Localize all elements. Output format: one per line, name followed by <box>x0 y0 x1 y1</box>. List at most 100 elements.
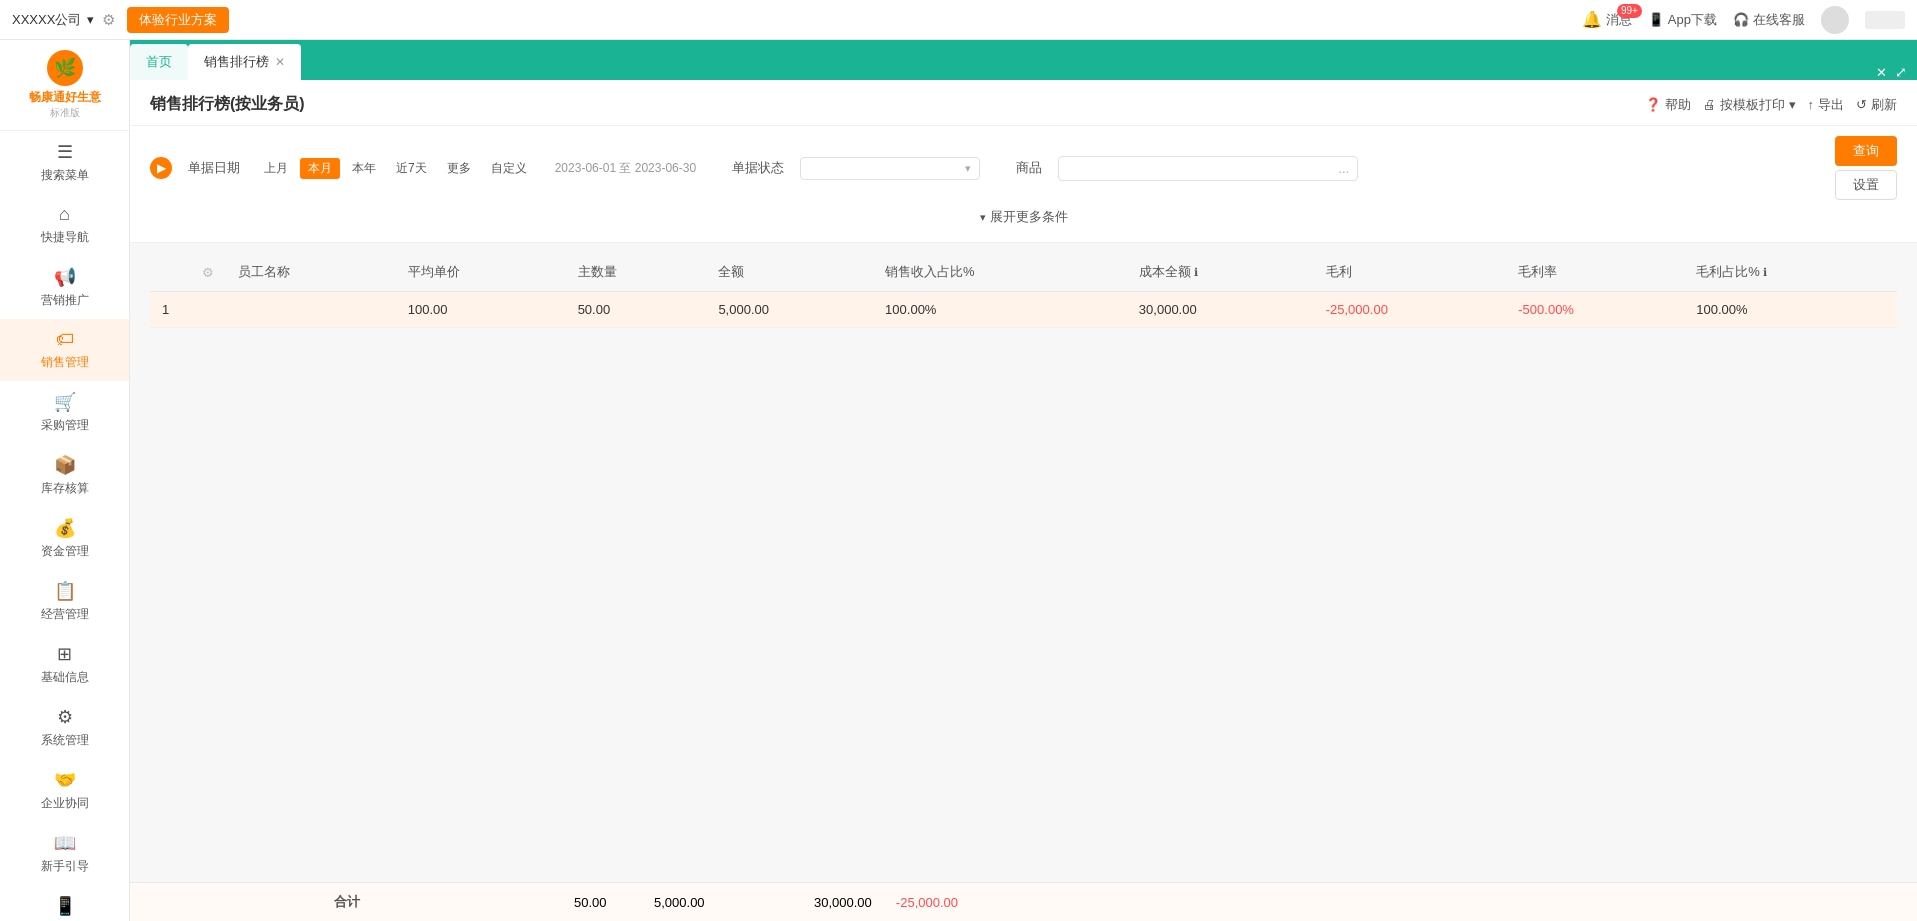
cart-icon: 🛒 <box>54 391 76 413</box>
refresh-button[interactable]: ↺ 刷新 <box>1856 96 1897 114</box>
sidebar-item-guide[interactable]: 📖 新手引导 <box>0 822 129 885</box>
goods-ellipsis-icon: ... <box>1338 161 1349 176</box>
top-header: XXXXX公司 ▾ ⚙ 体验行业方案 🔔 消息 99+ 📱 App下载 🎧 在线… <box>0 0 1917 40</box>
cell-qty: 50.00 <box>566 292 707 328</box>
company-selector[interactable]: XXXXX公司 ▾ <box>12 11 94 29</box>
page-title: 销售排行榜(按业务员) <box>150 94 305 115</box>
table-row: 1 100.00 50.00 5,000.00 100.00% 30,000.0… <box>150 292 1897 328</box>
column-settings-icon[interactable]: ⚙ <box>202 265 214 280</box>
main-layout: 🌿 畅康通好生意 标准版 ☰ 搜索菜单 ⌂ 快捷导航 📢 营销推广 🏷 销售管理… <box>0 40 1917 921</box>
sidebar-item-purchase[interactable]: 🛒 采购管理 <box>0 381 129 444</box>
sales-ranking-table: ⚙ 员工名称 平均单价 主数量 全额 销售收入占比% 成本全额 ℹ 毛利 毛利率… <box>150 253 1897 328</box>
sidebar-label: 新手引导 <box>41 858 89 875</box>
username-display <box>1865 11 1905 29</box>
expand-conditions-btn[interactable]: ▾ 展开更多条件 <box>150 202 1897 232</box>
cell-name <box>226 292 396 328</box>
phone-icon: 📱 <box>1648 12 1664 27</box>
sidebar-item-operation[interactable]: 📋 经营管理 <box>0 570 129 633</box>
bell-icon: 🔔 <box>1582 10 1602 29</box>
th-profit: 毛利 <box>1314 253 1507 292</box>
content-area: 首页 销售排行榜 ✕ ✕ ⤢ 销售排行榜(按业务员) ❓ 帮助 <box>130 40 1917 921</box>
print-chevron-icon: ▾ <box>1789 97 1796 112</box>
logo-icon: 🌿 <box>54 57 76 79</box>
tab-close-all-icon[interactable]: ✕ <box>1876 65 1887 80</box>
table-wrap: ⚙ 员工名称 平均单价 主数量 全额 销售收入占比% 成本全额 ℹ 毛利 毛利率… <box>130 243 1917 882</box>
th-sales-pct: 销售收入占比% <box>873 253 1127 292</box>
th-profit-pct: 毛利占比% ℹ <box>1684 253 1897 292</box>
th-amount: 全额 <box>706 253 873 292</box>
sidebar-item-app-center[interactable]: 📱 应用中心 <box>0 885 129 921</box>
logo-text-sub: 标准版 <box>50 106 80 120</box>
tab-home[interactable]: 首页 <box>130 44 188 80</box>
th-qty: 主数量 <box>566 253 707 292</box>
sidebar-item-sales[interactable]: 🏷 销售管理 <box>0 319 129 381</box>
help-icon: ❓ <box>1645 97 1661 112</box>
home-tab-label: 首页 <box>146 53 172 71</box>
sidebar-label: 经营管理 <box>41 606 89 623</box>
footer-label: 合计 <box>322 893 482 911</box>
th-cost: 成本全额 ℹ <box>1127 253 1314 292</box>
filter-bar: ▶ 单据日期 上月 本月 本年 近7天 更多 自定义 2023-06-01 至 … <box>130 126 1917 243</box>
sidebar-item-basic[interactable]: ⊞ 基础信息 <box>0 633 129 696</box>
sidebar-item-collab[interactable]: 🤝 企业协同 <box>0 759 129 822</box>
cell-profit-pct: 100.00% <box>1684 292 1897 328</box>
sidebar-label: 基础信息 <box>41 669 89 686</box>
sidebar: 🌿 畅康通好生意 标准版 ☰ 搜索菜单 ⌂ 快捷导航 📢 营销推广 🏷 销售管理… <box>0 40 130 921</box>
goods-input[interactable]: ... <box>1058 156 1358 181</box>
sidebar-label: 库存核算 <box>41 480 89 497</box>
sidebar-item-system[interactable]: ⚙ 系统管理 <box>0 696 129 759</box>
company-name: XXXXX公司 <box>12 11 81 29</box>
footer-cost: 30,000.00 <box>802 895 884 910</box>
goods-label: 商品 <box>1016 159 1042 177</box>
page-actions: ❓ 帮助 🖨 按模板打印 ▾ ↑ 导出 ↺ 刷新 <box>1645 96 1898 114</box>
cell-avg-price: 100.00 <box>396 292 566 328</box>
th-settings[interactable]: ⚙ <box>190 253 226 292</box>
date-tab-year[interactable]: 本年 <box>344 158 384 179</box>
chevron-down-icon: ▾ <box>87 12 94 27</box>
status-select[interactable]: ▾ <box>800 157 980 180</box>
sidebar-item-quick-nav[interactable]: ⌂ 快捷导航 <box>0 194 129 256</box>
trial-button[interactable]: 体验行业方案 <box>127 7 229 33</box>
date-tab-custom[interactable]: 自定义 <box>483 158 535 179</box>
cost-info-icon[interactable]: ℹ <box>1194 266 1198 278</box>
settings-button[interactable]: 设置 <box>1835 170 1897 200</box>
book-icon: 📖 <box>54 832 76 854</box>
query-button[interactable]: 查询 <box>1835 136 1897 166</box>
help-button[interactable]: ❓ 帮助 <box>1645 96 1691 114</box>
date-tab-current-month[interactable]: 本月 <box>300 158 340 179</box>
app-icon: 📱 <box>54 895 76 917</box>
online-service-btn[interactable]: 🎧 在线客服 <box>1733 11 1805 29</box>
filter-toggle-btn[interactable]: ▶ <box>150 157 172 179</box>
sidebar-label: 企业协同 <box>41 795 89 812</box>
sidebar-item-inventory[interactable]: 📦 库存核算 <box>0 444 129 507</box>
filter-actions: 查询 设置 <box>1835 136 1897 200</box>
cell-amount: 5,000.00 <box>706 292 873 328</box>
sidebar-item-marketing[interactable]: 📢 营销推广 <box>0 256 129 319</box>
notification-btn[interactable]: 🔔 消息 99+ <box>1582 10 1632 29</box>
avatar[interactable] <box>1821 6 1849 34</box>
print-icon: 🖨 <box>1703 97 1716 112</box>
export-button[interactable]: ↑ 导出 <box>1808 96 1845 114</box>
print-button[interactable]: 🖨 按模板打印 ▾ <box>1703 96 1796 114</box>
sidebar-label: 营销推广 <box>41 292 89 309</box>
sidebar-label: 资金管理 <box>41 543 89 560</box>
profit-pct-info-icon[interactable]: ℹ <box>1763 266 1767 278</box>
date-label: 单据日期 <box>188 159 240 177</box>
tab-sales-ranking[interactable]: 销售排行榜 ✕ <box>188 44 301 80</box>
date-tab-7days[interactable]: 近7天 <box>388 158 435 179</box>
sidebar-item-finance[interactable]: 💰 资金管理 <box>0 507 129 570</box>
gear-icon[interactable]: ⚙ <box>102 11 115 29</box>
tab-expand-icon[interactable]: ⤢ <box>1895 64 1907 80</box>
sidebar-label: 搜索菜单 <box>41 167 89 184</box>
tab-close-icon[interactable]: ✕ <box>275 55 285 69</box>
date-range-display: 2023-06-01 至 2023-06-30 <box>555 160 696 177</box>
box-icon: 📦 <box>54 454 76 476</box>
footer-amount: 5,000.00 <box>642 895 722 910</box>
sidebar-item-search-order[interactable]: ☰ 搜索菜单 <box>0 131 129 194</box>
date-tab-more[interactable]: 更多 <box>439 158 479 179</box>
app-download-btn[interactable]: 📱 App下载 <box>1648 11 1717 29</box>
date-tab-last-month[interactable]: 上月 <box>256 158 296 179</box>
header-right: 🔔 消息 99+ 📱 App下载 🎧 在线客服 <box>1582 6 1905 34</box>
cell-rank: 1 <box>150 292 190 328</box>
tag-icon: 🏷 <box>56 329 74 350</box>
